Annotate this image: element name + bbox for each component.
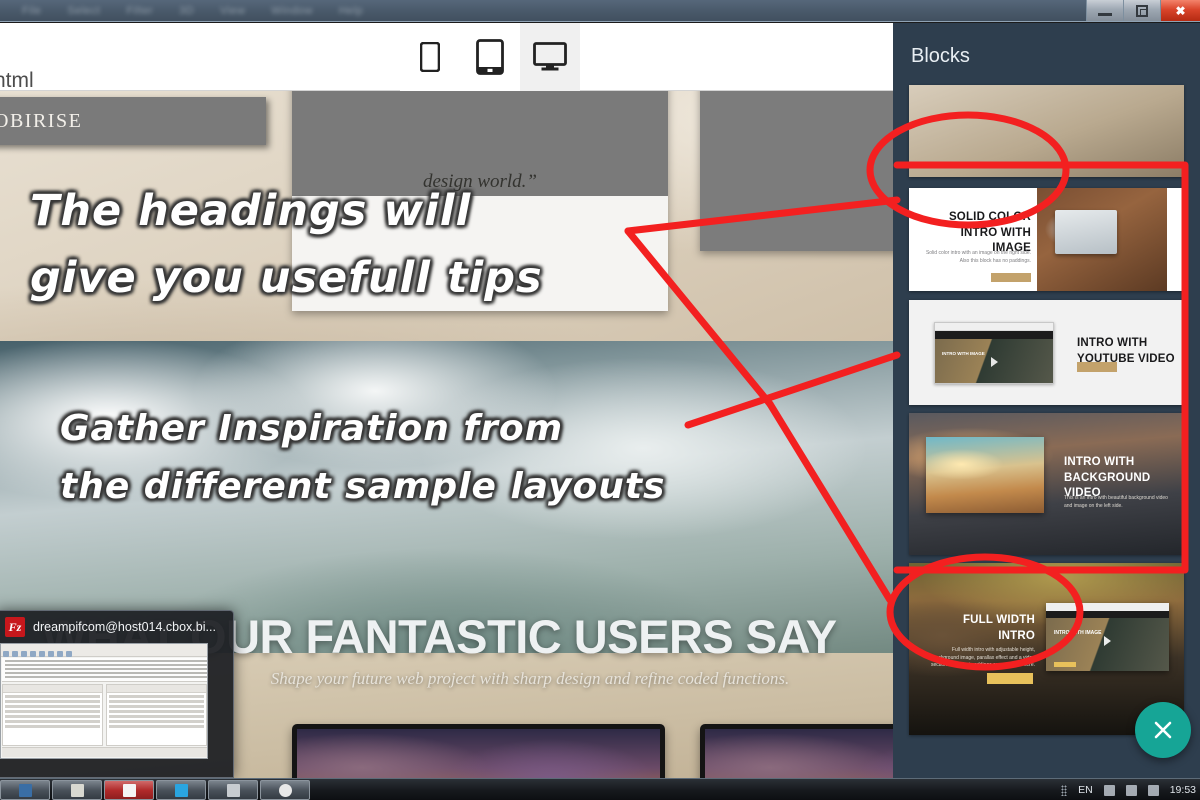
filename-label: html <box>0 69 34 92</box>
block-thumbnail-partial[interactable] <box>909 85 1184 177</box>
application-window: File Select Filter 3D View Window Help ✖… <box>0 0 1200 800</box>
restore-button[interactable] <box>1123 0 1160 21</box>
taskbar-item-word[interactable] <box>0 780 50 800</box>
block-preview-image <box>909 85 1184 177</box>
browser-site-nav <box>935 331 1053 339</box>
desktop-icon <box>533 42 567 71</box>
browser-hero-image: INTRO WITH IMAGE <box>1046 618 1169 671</box>
site-brand-label: OBIRISE <box>0 109 83 132</box>
block-cta-button <box>987 673 1033 684</box>
tray-grip-icon <box>1061 784 1068 796</box>
panel-title: Blocks <box>911 45 970 67</box>
network-icon[interactable] <box>1103 784 1115 796</box>
block-label: FULL WIDTH INTRO <box>962 614 1035 642</box>
block-intro-with-youtube-video[interactable]: INTRO WITH IMAGE INTRO WITH YOUTUBE VIDE… <box>909 300 1184 405</box>
preview-header: Fz dreampifcom@host014.cbox.bi... <box>5 617 216 637</box>
close-icon: ✖ <box>1175 3 1186 18</box>
language-indicator[interactable]: EN <box>1078 784 1093 796</box>
blocks-list[interactable]: SOLID COLOR INTRO WITH IMAGE Solid color… <box>893 85 1200 775</box>
browser-site-nav <box>1046 611 1169 618</box>
block-description: This is an intro with beautiful backgrou… <box>1064 495 1168 509</box>
device-desktop-button[interactable] <box>520 23 580 91</box>
volume-icon[interactable] <box>1125 784 1137 796</box>
inset-video-preview <box>926 437 1044 513</box>
preview-thumbnail <box>0 643 208 759</box>
device-tablet-button[interactable] <box>460 23 520 91</box>
preview-title: dreampifcom@host014.cbox.bi... <box>33 620 216 634</box>
fz-remote-pane <box>106 684 207 746</box>
menu-bar[interactable]: File Select Filter 3D View Window Help <box>0 0 363 22</box>
fz-toolbar <box>1 644 207 657</box>
browser-mockup: INTRO WITH IMAGE <box>934 322 1054 384</box>
system-tray: EN 19:53 <box>1061 780 1196 800</box>
fz-message-log <box>2 658 207 682</box>
windows-taskbar: EN 19:53 <box>0 778 1200 800</box>
block-cta-button <box>1077 362 1117 372</box>
site-navbar[interactable]: OBIRISE <box>0 97 266 145</box>
annotation-note-top: The headings will give you usefull tips <box>30 178 543 311</box>
taskbar-item-mobirise[interactable] <box>260 780 310 800</box>
play-icon <box>1104 636 1111 646</box>
title-bar: File Select Filter 3D View Window Help ✖ <box>0 0 1200 22</box>
block-description: Full width intro with adjustable height,… <box>931 647 1035 668</box>
tablet-icon <box>476 39 504 75</box>
play-icon <box>991 357 998 367</box>
block-cta-button <box>991 273 1031 282</box>
close-panel-button[interactable] <box>1135 702 1191 758</box>
annotation-note-bottom: Gather Inspiration from the different sa… <box>60 400 665 515</box>
menu-item-3d[interactable]: 3D <box>179 5 194 17</box>
taskbar-item-notepad[interactable] <box>208 780 258 800</box>
browser-address-bar <box>935 323 1053 331</box>
menu-item-window[interactable]: Window <box>271 5 313 17</box>
device-mobile-button[interactable] <box>400 23 460 91</box>
minimize-icon <box>1098 12 1112 16</box>
taskbar-item-photoshop[interactable] <box>156 780 206 800</box>
taskbar-item-filezilla[interactable] <box>104 780 154 800</box>
block-right-gutter <box>1167 188 1184 291</box>
action-center-icon[interactable] <box>1147 784 1159 796</box>
taskbar-item-explorer[interactable] <box>52 780 102 800</box>
block-preview-image <box>1037 188 1167 291</box>
taskbar-items <box>0 780 312 800</box>
close-button[interactable]: ✖ <box>1160 0 1200 21</box>
minimize-button[interactable] <box>1086 0 1123 21</box>
close-icon <box>1154 721 1172 739</box>
block-intro-with-background-video[interactable]: INTRO WITH BACKGROUND VIDEO This is an i… <box>909 413 1184 555</box>
menu-item-help[interactable]: Help <box>339 5 363 17</box>
browser-mockup: INTRO WITH IMAGE <box>1046 603 1169 671</box>
testimonial-card-right[interactable] <box>700 91 893 251</box>
restore-icon <box>1136 4 1148 17</box>
window-controls: ✖ <box>1086 0 1200 22</box>
browser-address-bar <box>1046 603 1169 611</box>
fz-local-pane <box>2 684 103 746</box>
mobile-icon <box>420 42 440 72</box>
hero-subtitle: Shape your future web project with sharp… <box>270 669 790 688</box>
annotation-note-bottom-line2: the different sample layouts <box>60 465 666 507</box>
filezilla-icon: Fz <box>5 617 25 637</box>
device-preview-switcher <box>400 23 580 91</box>
annotation-note-top-line1: The headings will <box>30 186 472 236</box>
menu-item-filter[interactable]: Filter <box>126 5 153 17</box>
menu-item-view[interactable]: View <box>220 5 245 17</box>
annotation-note-top-line2: give you usefull tips <box>30 252 543 303</box>
annotation-note-bottom-line1: Gather Inspiration from <box>60 408 564 449</box>
blocks-panel: Blocks SOLID COLOR INTRO WITH IMAGE Soli… <box>893 23 1200 800</box>
thumb-cta-button <box>1054 662 1076 667</box>
clock[interactable]: 19:53 <box>1170 784 1196 796</box>
fz-transfer-queue <box>2 747 207 757</box>
menu-item-file[interactable]: File <box>22 5 41 17</box>
block-solid-color-intro-with-image[interactable]: SOLID COLOR INTRO WITH IMAGE Solid color… <box>909 188 1184 291</box>
thumb-caption: INTRO WITH IMAGE <box>942 351 985 356</box>
menu-item-select[interactable]: Select <box>67 5 100 17</box>
browser-hero-image: INTRO WITH IMAGE <box>935 339 1053 383</box>
thumb-caption: INTRO WITH IMAGE <box>1054 630 1102 636</box>
filezilla-taskbar-preview[interactable]: Fz dreampifcom@host014.cbox.bi... <box>0 610 234 778</box>
block-description: Solid color intro with an image on the r… <box>925 250 1031 264</box>
